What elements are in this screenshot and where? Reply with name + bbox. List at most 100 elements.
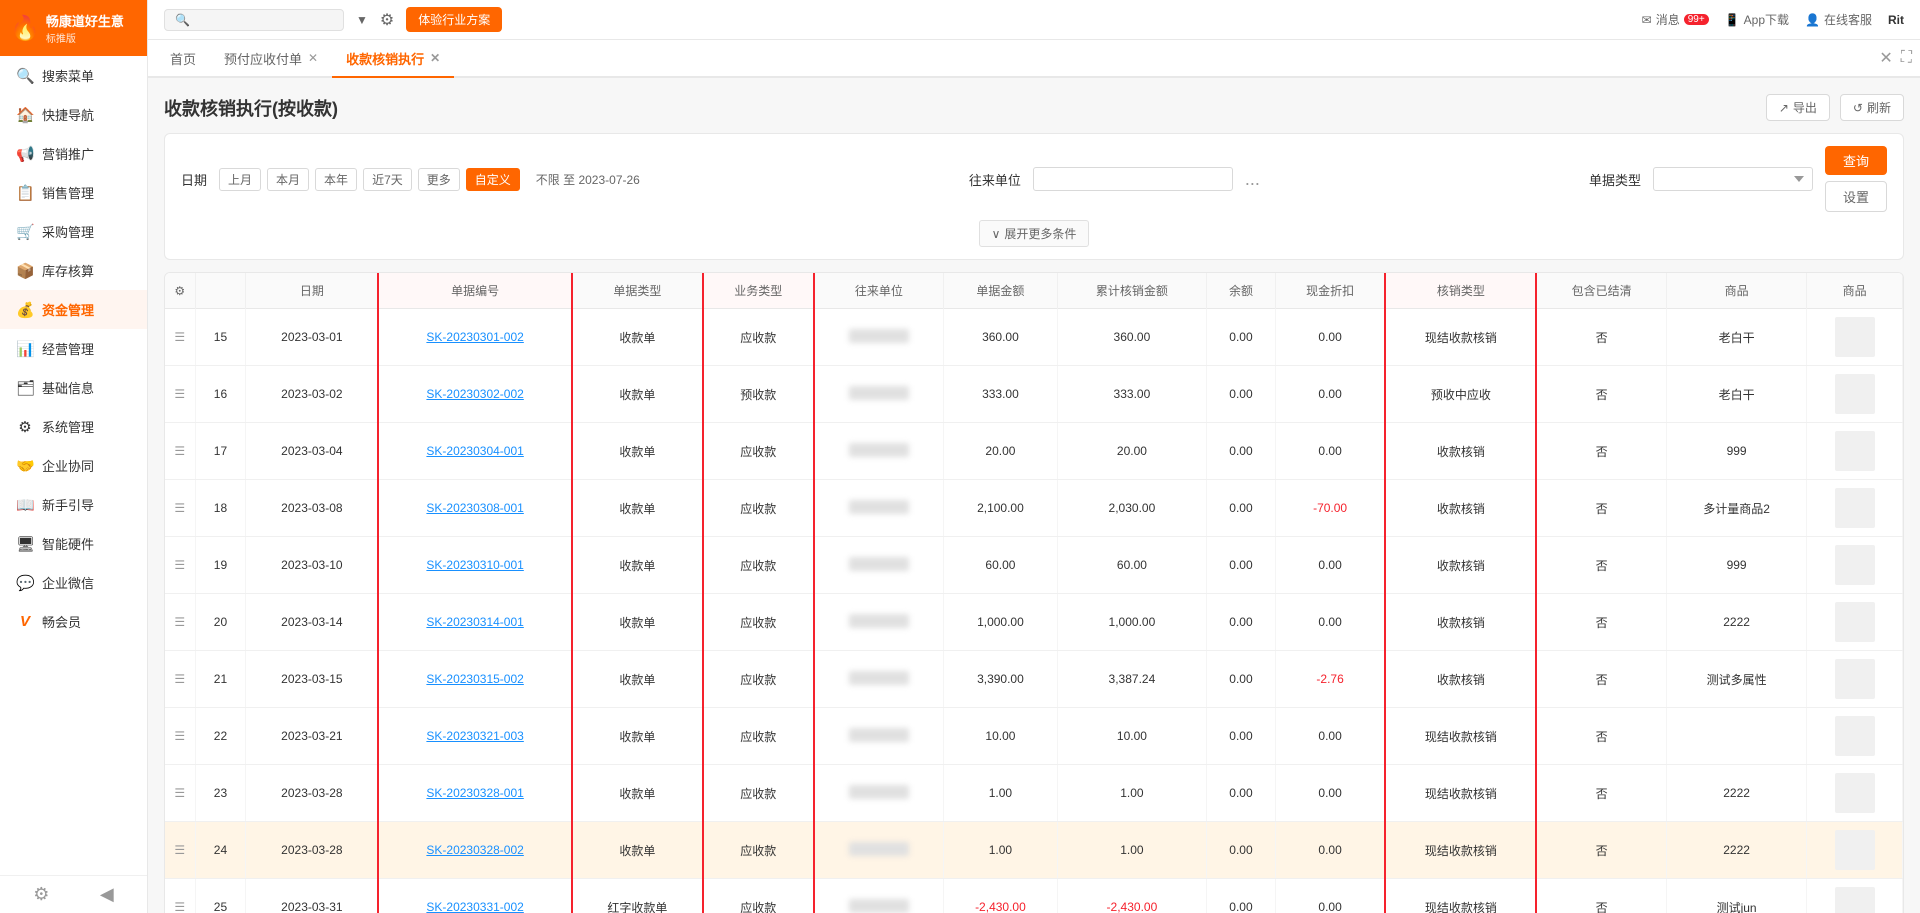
doc-no-link[interactable]: SK-20230308-001: [426, 501, 523, 515]
cell-biz-type: 应收款: [703, 309, 814, 366]
doc-no-link[interactable]: SK-20230321-003: [426, 729, 523, 743]
app-download-item[interactable]: 📱 App下载: [1725, 11, 1789, 28]
btn-last-7-days[interactable]: 近7天: [363, 168, 412, 191]
cell-settings[interactable]: ☰: [165, 822, 195, 879]
tab-close-icon[interactable]: ✕: [1879, 48, 1892, 68]
cell-doc-no[interactable]: SK-20230331-002: [378, 879, 572, 913]
btn-this-year[interactable]: 本年: [315, 168, 357, 191]
doc-no-link[interactable]: SK-20230314-001: [426, 615, 523, 629]
sidebar-item-enterprise[interactable]: 🤝 企业协同: [0, 446, 147, 485]
cell-settings[interactable]: ☰: [165, 480, 195, 537]
settings-icon[interactable]: ⚙: [33, 884, 49, 905]
partner-input[interactable]: [1033, 167, 1233, 191]
sidebar-item-inventory[interactable]: 📦 库存核算: [0, 251, 147, 290]
cell-cash-discount: 0.00: [1275, 366, 1385, 423]
btn-more-dates[interactable]: 更多: [418, 168, 460, 191]
expand-conditions-btn[interactable]: ∨ 展开更多条件: [979, 220, 1090, 247]
tab-prepay-close[interactable]: ✕: [308, 51, 318, 65]
cell-amount: 3,390.00: [944, 651, 1058, 708]
sidebar-item-hardware[interactable]: 🖥 智能硬件: [0, 524, 147, 563]
more-filters-btn[interactable]: ...: [1245, 169, 1260, 190]
user-profile[interactable]: Rit: [1888, 13, 1904, 27]
sidebar-item-finance[interactable]: 💰 资金管理: [0, 290, 147, 329]
sidebar-item-basic[interactable]: 🗂 基础信息: [0, 368, 147, 407]
doc-no-link[interactable]: SK-20230302-002: [426, 387, 523, 401]
online-service-item[interactable]: 👤 在线客服: [1805, 11, 1872, 28]
cell-date: 2023-03-28: [246, 822, 378, 879]
topbar-gear-icon[interactable]: ⚙: [380, 10, 394, 30]
doc-no-link[interactable]: SK-20230310-001: [426, 558, 523, 572]
inventory-icon: 📦: [16, 262, 34, 280]
cell-include-settled: 否: [1536, 765, 1666, 822]
cell-biz-type: 应收款: [703, 708, 814, 765]
doc-no-link[interactable]: SK-20230328-001: [426, 786, 523, 800]
sidebar-item-operations[interactable]: 📊 经营管理: [0, 329, 147, 368]
cell-verified: -2,430.00: [1057, 879, 1206, 913]
col-header-settings[interactable]: ⚙: [165, 273, 195, 309]
sidebar-item-quick[interactable]: 🏠 快捷导航: [0, 95, 147, 134]
cell-settings[interactable]: ☰: [165, 708, 195, 765]
btn-last-month[interactable]: 上月: [219, 168, 261, 191]
table-row: ☰ 24 2023-03-28 SK-20230328-002 收款单 应收款 …: [165, 822, 1903, 879]
tab-receipt[interactable]: 收款核销执行 ✕: [332, 41, 454, 78]
cell-doc-no[interactable]: SK-20230328-002: [378, 822, 572, 879]
cell-verified: 2,030.00: [1057, 480, 1206, 537]
cell-doc-no[interactable]: SK-20230321-003: [378, 708, 572, 765]
tab-maximize-icon[interactable]: ⛶: [1901, 49, 1912, 67]
cell-settings[interactable]: ☰: [165, 879, 195, 913]
messages-item[interactable]: ✉ 消息 99+: [1642, 11, 1709, 28]
sidebar-item-member[interactable]: V 畅会员: [0, 602, 147, 641]
cell-doc-no[interactable]: SK-20230328-001: [378, 765, 572, 822]
cell-doc-no[interactable]: SK-20230310-001: [378, 537, 572, 594]
topbar-dropdown[interactable]: ▼: [356, 13, 368, 27]
tab-home[interactable]: 首页: [156, 41, 210, 78]
cell-partner: [814, 765, 944, 822]
col-header-verified: 累计核销金额: [1057, 273, 1206, 309]
cell-settings[interactable]: ☰: [165, 423, 195, 480]
cell-doc-no[interactable]: SK-20230315-002: [378, 651, 572, 708]
cell-balance: 0.00: [1207, 651, 1276, 708]
doc-no-link[interactable]: SK-20230301-002: [426, 330, 523, 344]
btn-this-month[interactable]: 本月: [267, 168, 309, 191]
sidebar-item-system[interactable]: ⚙ 系统管理: [0, 407, 147, 446]
sidebar-item-search[interactable]: 🔍 搜索菜单: [0, 56, 147, 95]
sidebar-item-marketing[interactable]: 📢 营销推广: [0, 134, 147, 173]
sidebar-item-guide[interactable]: 📖 新手引导: [0, 485, 147, 524]
sales-icon: 📋: [16, 184, 34, 202]
refresh-button[interactable]: ↺ 刷新: [1840, 94, 1904, 121]
sidebar-item-sales[interactable]: 📋 销售管理: [0, 173, 147, 212]
doc-type-select[interactable]: [1653, 167, 1813, 191]
cell-partner: [814, 822, 944, 879]
cell-settings[interactable]: ☰: [165, 366, 195, 423]
cell-doc-no[interactable]: SK-20230304-001: [378, 423, 572, 480]
tab-receipt-close[interactable]: ✕: [430, 51, 440, 65]
cell-doc-type: 收款单: [572, 366, 703, 423]
doc-no-link[interactable]: SK-20230304-001: [426, 444, 523, 458]
cell-settings[interactable]: ☰: [165, 594, 195, 651]
cell-settings[interactable]: ☰: [165, 651, 195, 708]
cell-date: 2023-03-28: [246, 765, 378, 822]
cell-doc-no[interactable]: SK-20230302-002: [378, 366, 572, 423]
cell-settings[interactable]: ☰: [165, 309, 195, 366]
cell-doc-no[interactable]: SK-20230314-001: [378, 594, 572, 651]
collapse-icon[interactable]: ◀: [100, 884, 114, 905]
cell-settings[interactable]: ☰: [165, 537, 195, 594]
online-service-label: 在线客服: [1824, 11, 1872, 28]
industry-solution-button[interactable]: 体验行业方案: [406, 7, 502, 32]
topbar-search[interactable]: 🔍: [164, 9, 344, 31]
query-button[interactable]: 查询: [1825, 146, 1887, 175]
export-button[interactable]: ↗ 导出: [1766, 94, 1830, 121]
sidebar-item-label: 系统管理: [42, 417, 94, 436]
sidebar-item-purchase[interactable]: 🛒 采购管理: [0, 212, 147, 251]
cell-doc-no[interactable]: SK-20230308-001: [378, 480, 572, 537]
btn-custom-date[interactable]: 自定义: [466, 168, 520, 191]
doc-no-link[interactable]: SK-20230331-002: [426, 900, 523, 913]
cell-settings[interactable]: ☰: [165, 765, 195, 822]
doc-no-link[interactable]: SK-20230328-002: [426, 843, 523, 857]
settings-button[interactable]: 设置: [1825, 181, 1887, 212]
sidebar-item-weixin[interactable]: 💬 企业微信: [0, 563, 147, 602]
col-header-doc-type: 单据类型: [572, 273, 703, 309]
doc-no-link[interactable]: SK-20230315-002: [426, 672, 523, 686]
cell-doc-no[interactable]: SK-20230301-002: [378, 309, 572, 366]
tab-prepay[interactable]: 预付应收付单 ✕: [210, 41, 332, 78]
